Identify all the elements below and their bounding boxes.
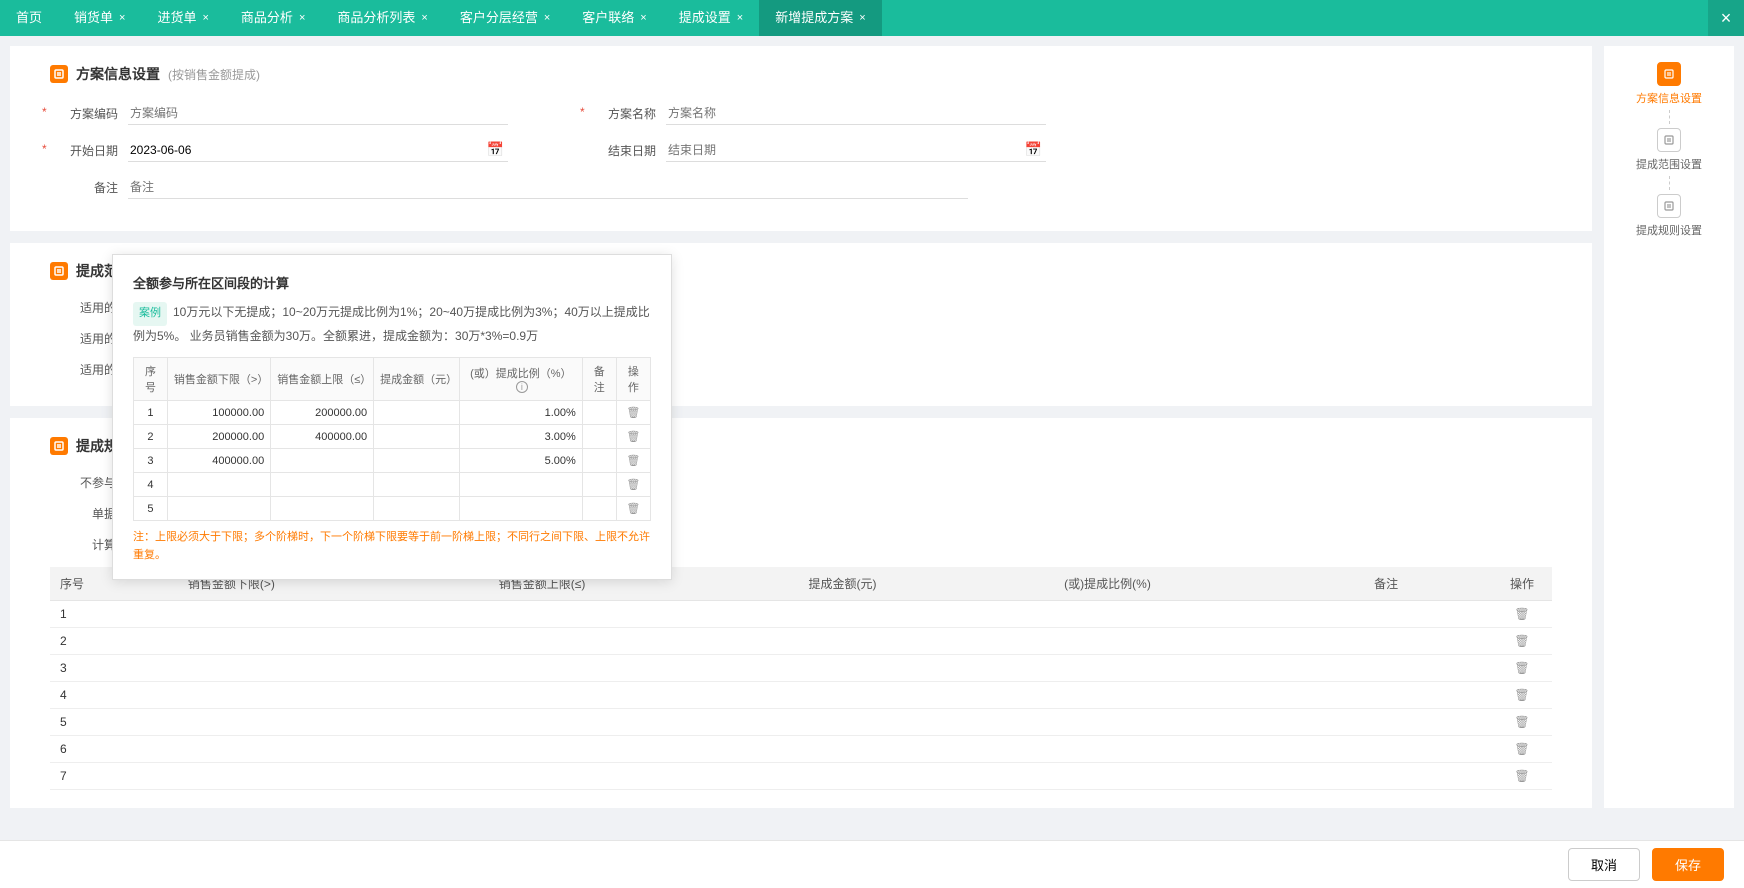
info-icon[interactable]: i xyxy=(516,381,528,393)
table-row: 4🗑 xyxy=(50,682,1552,709)
anchor-icon xyxy=(1657,62,1681,86)
section1-subtitle: (按销售金额提成) xyxy=(168,66,260,83)
tab-销货单[interactable]: 销货单× xyxy=(58,0,141,36)
delete-icon[interactable]: 🗑 xyxy=(626,431,640,443)
rule-tier-table: 序号销售金额下限(>)销售金额上限(≤)提成金额(元)(或)提成比例(%)备注操… xyxy=(50,567,1552,790)
popover-note: 注：上限必须大于下限；多个阶梯时，下一个阶梯下限要等于前一阶梯上限；不同行之间下… xyxy=(133,529,651,564)
close-icon[interactable]: × xyxy=(640,0,646,36)
delete-icon[interactable]: 🗑 xyxy=(1514,769,1529,783)
save-button[interactable]: 保存 xyxy=(1652,848,1724,881)
delete-icon[interactable]: 🗑 xyxy=(1514,607,1529,621)
anchor-提成规则设置[interactable]: 提成规则设置 xyxy=(1636,194,1702,238)
start-date-input[interactable] xyxy=(128,139,508,162)
end-date-label: 结束日期 xyxy=(588,142,656,159)
calendar-icon[interactable]: 📅 xyxy=(487,141,504,158)
tab-bar-close[interactable]: × xyxy=(1708,0,1744,36)
column-header: 备注 xyxy=(1364,567,1492,601)
delete-icon[interactable]: 🗑 xyxy=(1514,634,1529,648)
column-header: 提成金额（元） xyxy=(374,358,460,401)
close-icon[interactable]: × xyxy=(421,0,427,36)
remark-label: 备注 xyxy=(50,179,118,196)
table-row: 6🗑 xyxy=(50,736,1552,763)
tab-商品分析[interactable]: 商品分析× xyxy=(225,0,321,36)
delete-icon[interactable]: 🗑 xyxy=(1514,742,1529,756)
column-header: 提成金额(元) xyxy=(799,567,1055,601)
name-label: 方案名称 xyxy=(588,105,656,122)
column-header: 销售金额上限（≤） xyxy=(271,358,374,401)
delete-icon[interactable]: 🗑 xyxy=(626,455,640,467)
tab-首页[interactable]: 首页 xyxy=(0,0,58,36)
tabs-container: 首页销货单×进货单×商品分析×商品分析列表×客户分层经营×客户联络×提成设置×新… xyxy=(0,0,882,36)
tab-客户分层经营[interactable]: 客户分层经营× xyxy=(444,0,566,36)
column-header: (或）提成比例（%） i xyxy=(459,358,582,401)
close-icon[interactable]: × xyxy=(119,0,125,36)
column-header: 序号 xyxy=(134,358,168,401)
cancel-button[interactable]: 取消 xyxy=(1568,848,1640,881)
close-icon[interactable]: × xyxy=(202,0,208,36)
close-icon[interactable]: × xyxy=(859,0,865,36)
tab-商品分析列表[interactable]: 商品分析列表× xyxy=(321,0,443,36)
table-row: 4🗑 xyxy=(134,473,651,497)
code-input[interactable] xyxy=(128,102,508,125)
column-header: 销售金额下限（>） xyxy=(167,358,270,401)
table-row: 3🗑 xyxy=(50,655,1552,682)
table-row: 5🗑 xyxy=(50,709,1552,736)
close-icon[interactable]: × xyxy=(544,0,550,36)
table-row: 5🗑 xyxy=(134,497,651,521)
table-row: 1🗑 xyxy=(50,601,1552,628)
delete-icon[interactable]: 🗑 xyxy=(1514,661,1529,675)
popover-table: 序号销售金额下限（>）销售金额上限（≤）提成金额（元）(或）提成比例（%） i备… xyxy=(133,357,651,521)
section-icon xyxy=(50,262,68,280)
anchor-nav: 方案信息设置提成范围设置提成规则设置 xyxy=(1604,46,1734,808)
column-header: 操作 xyxy=(616,358,650,401)
anchor-icon xyxy=(1657,194,1681,218)
delete-icon[interactable]: 🗑 xyxy=(1514,715,1529,729)
delete-icon[interactable]: 🗑 xyxy=(626,479,640,491)
tab-进货单[interactable]: 进货单× xyxy=(141,0,224,36)
example-popover: 全额参与所在区间段的计算 案例10万元以下无提成；10~20万元提成比例为1%；… xyxy=(112,254,672,580)
start-date-label: 开始日期 xyxy=(50,142,118,159)
table-row: 2200000.00400000.003.00%🗑 xyxy=(134,425,651,449)
delete-icon[interactable]: 🗑 xyxy=(1514,688,1529,702)
section1-title: 方案信息设置 xyxy=(76,64,160,84)
anchor-方案信息设置[interactable]: 方案信息设置 xyxy=(1636,62,1702,106)
delete-icon[interactable]: 🗑 xyxy=(626,503,640,515)
column-header: 备注 xyxy=(582,358,616,401)
anchor-提成范围设置[interactable]: 提成范围设置 xyxy=(1636,128,1702,172)
delete-icon[interactable]: 🗑 xyxy=(626,407,640,419)
calendar-icon[interactable]: 📅 xyxy=(1025,141,1042,158)
table-row: 2🗑 xyxy=(50,628,1552,655)
panel-plan-info: 方案信息设置 (按销售金额提成) 方案编码 方案名称 开始日期 xyxy=(10,46,1592,231)
tab-客户联络[interactable]: 客户联络× xyxy=(566,0,662,36)
tab-新增提成方案[interactable]: 新增提成方案× xyxy=(759,0,881,36)
tab-提成设置[interactable]: 提成设置× xyxy=(663,0,759,36)
popover-title: 全额参与所在区间段的计算 xyxy=(133,273,651,292)
popover-desc-text: 10万元以下无提成；10~20万元提成比例为1%；20~40万提成比例为3%；4… xyxy=(133,305,650,343)
footer-bar: 取消 保存 xyxy=(0,840,1744,888)
section-icon xyxy=(50,437,68,455)
table-row: 7🗑 xyxy=(50,763,1552,790)
popover-desc: 案例10万元以下无提成；10~20万元提成比例为1%；20~40万提成比例为3%… xyxy=(133,302,651,347)
section-icon xyxy=(50,65,68,83)
close-icon[interactable]: × xyxy=(299,0,305,36)
code-label: 方案编码 xyxy=(50,105,118,122)
name-input[interactable] xyxy=(666,102,1046,125)
close-icon[interactable]: × xyxy=(737,0,743,36)
table-row: 3400000.005.00%🗑 xyxy=(134,449,651,473)
table-row: 1100000.00200000.001.00%🗑 xyxy=(134,401,651,425)
anchor-icon xyxy=(1657,128,1681,152)
column-header: 操作 xyxy=(1492,567,1552,601)
remark-input[interactable] xyxy=(128,176,968,199)
panel-title: 方案信息设置 (按销售金额提成) xyxy=(50,64,1552,84)
example-tag: 案例 xyxy=(133,302,167,326)
column-header: (或)提成比例(%) xyxy=(1054,567,1364,601)
end-date-input[interactable] xyxy=(666,139,1046,162)
tab-bar: 首页销货单×进货单×商品分析×商品分析列表×客户分层经营×客户联络×提成设置×新… xyxy=(0,0,1744,36)
